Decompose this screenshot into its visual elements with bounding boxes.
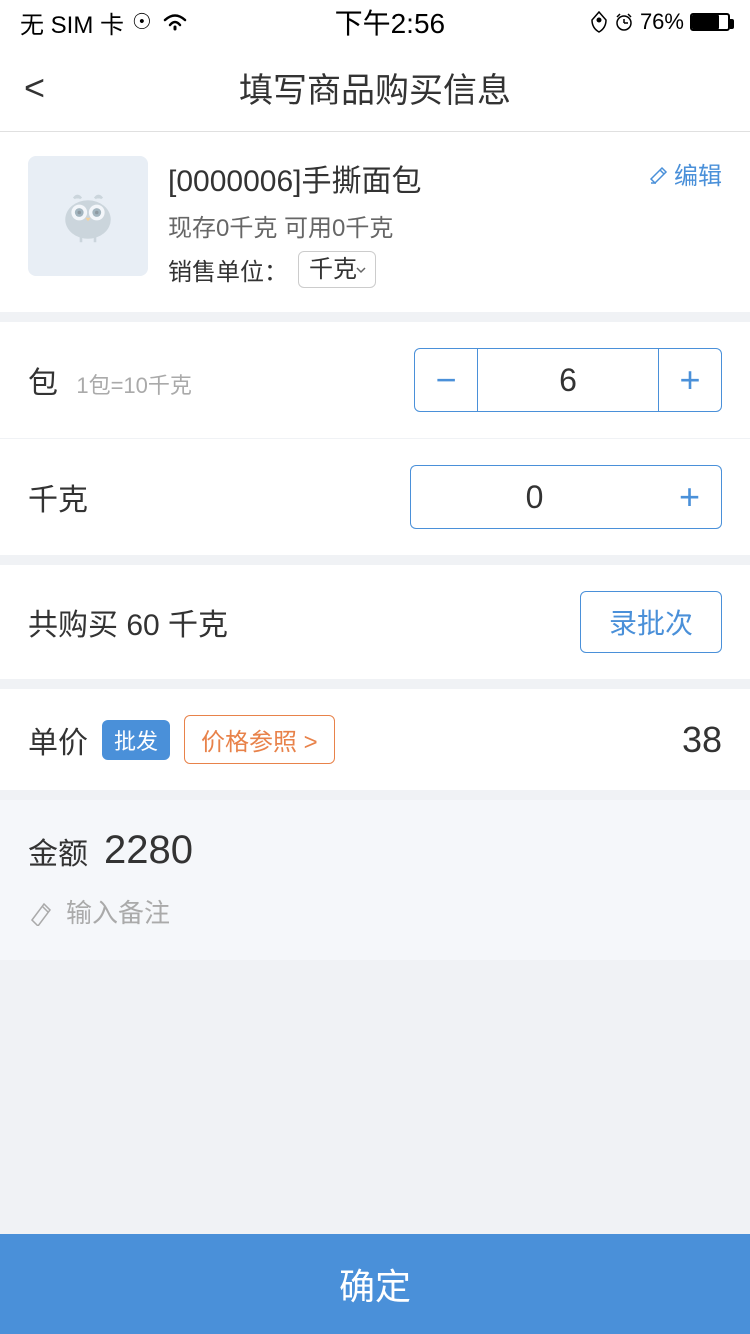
confirm-button[interactable]: 确定 — [0, 1234, 750, 1334]
product-thumbnail — [28, 156, 148, 276]
product-unit-row: 销售单位： 千克 — [168, 251, 722, 288]
pencil-icon — [28, 898, 56, 926]
remark-placeholder: 输入备注 — [66, 893, 170, 930]
location-icon — [590, 11, 608, 33]
status-bar: 无 SIM 卡 ☉︎ 下午2:56 76% — [0, 0, 750, 44]
qianke-input[interactable] — [410, 465, 658, 529]
product-name: [0000006]手撕面包 — [168, 156, 421, 200]
unit-select[interactable]: 千克 — [298, 251, 376, 288]
back-button[interactable]: < — [24, 67, 45, 109]
batch-button[interactable]: 录批次 — [580, 591, 722, 653]
bao-hint: 1包=10千克 — [76, 373, 192, 398]
amount-section: 金额 2280 输入备注 — [0, 800, 750, 960]
summary-row: 共购买 60 千克 录批次 — [0, 565, 750, 689]
qianke-qty-control: + — [410, 465, 722, 529]
bao-plus-button[interactable]: + — [658, 348, 722, 412]
page-title: 填写商品购买信息 — [239, 63, 511, 112]
summary-text: 共购买 60 千克 — [28, 600, 228, 644]
product-logo-icon — [53, 181, 123, 251]
amount-value: 2280 — [104, 828, 193, 873]
status-time: 下午2:56 — [335, 2, 446, 42]
unit-label: 销售单位： — [168, 252, 288, 287]
nav-bar: < 填写商品购买信息 — [0, 44, 750, 132]
edit-icon — [648, 163, 670, 185]
bao-label: 包 1包=10千克 — [28, 358, 414, 402]
wifi-icon: ☉︎ — [132, 9, 152, 35]
qianke-label: 千克 — [28, 475, 410, 519]
bao-qty-control: − + — [414, 348, 722, 412]
edit-button[interactable]: 编辑 — [648, 156, 722, 191]
status-left: 无 SIM 卡 ☉︎ — [20, 5, 190, 40]
qianke-plus-button[interactable]: + — [658, 465, 722, 529]
battery-percentage: 76% — [640, 9, 684, 35]
price-type-tag: 批发 — [102, 720, 170, 760]
bao-input[interactable] — [478, 348, 658, 412]
alarm-icon — [614, 11, 634, 33]
wifi-symbol — [160, 11, 190, 33]
product-stock: 现存0千克 可用0千克 — [168, 208, 722, 243]
qianke-row: 千克 + — [0, 439, 750, 555]
price-label: 单价 — [28, 718, 88, 762]
bao-minus-button[interactable]: − — [414, 348, 478, 412]
price-ref-button[interactable]: 价格参照 > — [184, 715, 335, 764]
bao-row: 包 1包=10千克 − + — [0, 322, 750, 439]
amount-row: 金额 2280 — [28, 828, 722, 873]
product-card: [0000006]手撕面包 编辑 现存0千克 可用0千克 销售单位： 千克 — [0, 132, 750, 322]
edit-label: 编辑 — [674, 156, 722, 191]
price-value: 38 — [682, 719, 722, 761]
carrier-text: 无 SIM 卡 — [20, 5, 124, 40]
remark-row[interactable]: 输入备注 — [28, 893, 722, 930]
input-section: 包 1包=10千克 − + 千克 + — [0, 322, 750, 565]
status-right: 76% — [590, 9, 730, 35]
amount-label: 金额 — [28, 829, 88, 873]
product-info: [0000006]手撕面包 编辑 现存0千克 可用0千克 销售单位： 千克 — [168, 156, 722, 288]
price-section: 单价 批发 价格参照 > 38 — [0, 689, 750, 800]
spacer — [0, 960, 750, 1260]
battery-icon — [690, 13, 730, 31]
